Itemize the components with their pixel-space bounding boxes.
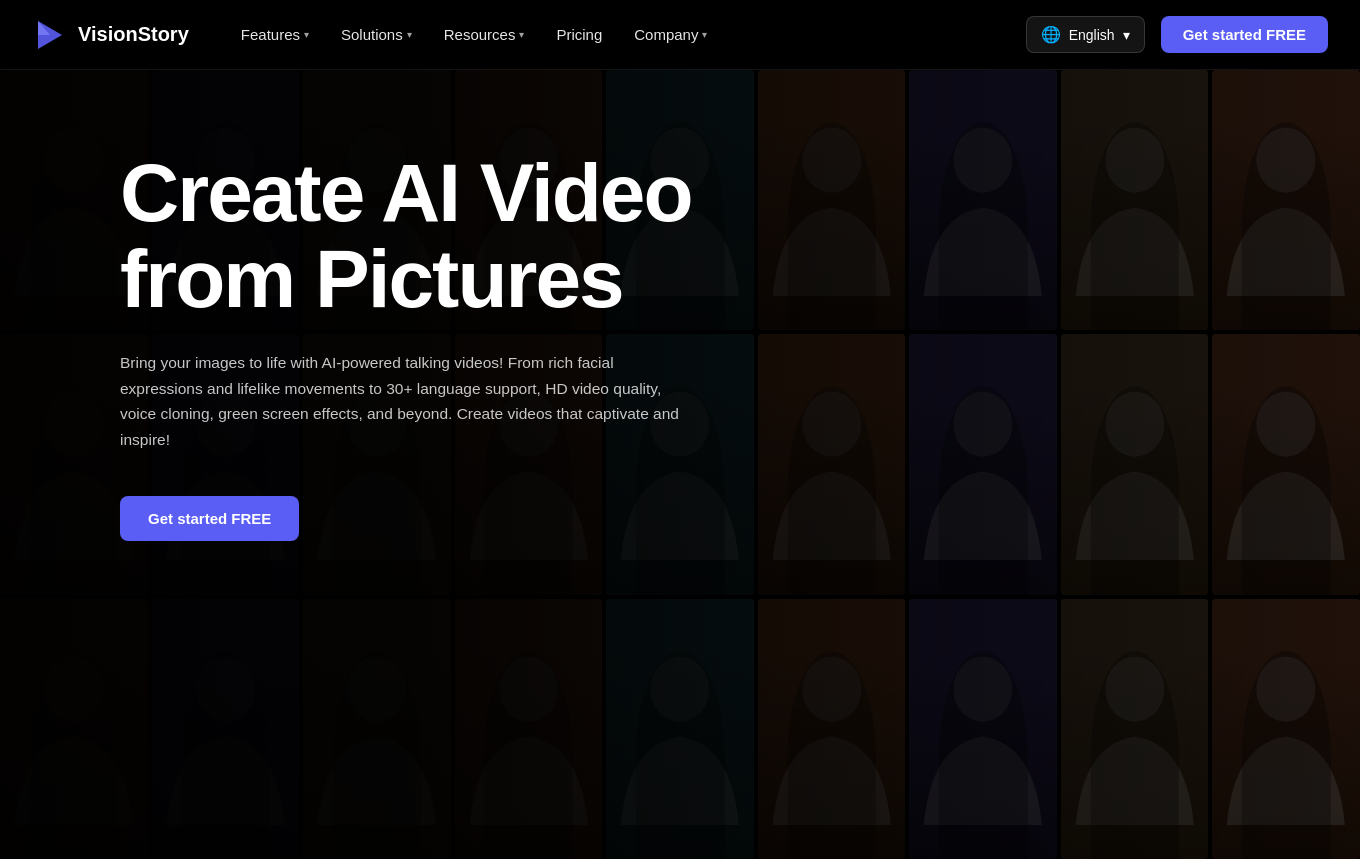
hero-section: Create AI Video from Pictures Bring your… <box>0 0 1360 859</box>
logo[interactable]: VisionStory <box>32 17 189 53</box>
hero-title: Create AI Video from Pictures <box>120 150 760 322</box>
language-selector[interactable]: 🌐 English ▾ <box>1026 16 1145 53</box>
chevron-down-icon: ▾ <box>304 29 309 40</box>
get-started-button-nav[interactable]: Get started FREE <box>1161 16 1328 53</box>
get-started-button-hero[interactable]: Get started FREE <box>120 496 299 541</box>
chevron-down-icon: ▾ <box>1123 27 1130 43</box>
navbar: VisionStory Features ▾ Solutions ▾ Resou… <box>0 0 1360 70</box>
chevron-down-icon: ▾ <box>702 29 707 40</box>
globe-icon: 🌐 <box>1041 25 1061 44</box>
nav-left: VisionStory Features ▾ Solutions ▾ Resou… <box>32 17 719 53</box>
nav-link-company[interactable]: Company ▾ <box>622 18 719 51</box>
nav-link-resources[interactable]: Resources ▾ <box>432 18 537 51</box>
nav-links: Features ▾ Solutions ▾ Resources ▾ Prici… <box>229 18 720 51</box>
nav-link-pricing[interactable]: Pricing <box>544 18 614 51</box>
logo-icon <box>32 17 68 53</box>
language-label: English <box>1069 27 1115 43</box>
chevron-down-icon: ▾ <box>519 29 524 40</box>
hero-subtitle: Bring your images to life with AI-powere… <box>120 350 680 452</box>
nav-link-features[interactable]: Features ▾ <box>229 18 321 51</box>
logo-text: VisionStory <box>78 23 189 46</box>
nav-right: 🌐 English ▾ Get started FREE <box>1026 16 1328 53</box>
nav-link-solutions[interactable]: Solutions ▾ <box>329 18 424 51</box>
hero-content: Create AI Video from Pictures Bring your… <box>0 70 760 541</box>
chevron-down-icon: ▾ <box>407 29 412 40</box>
